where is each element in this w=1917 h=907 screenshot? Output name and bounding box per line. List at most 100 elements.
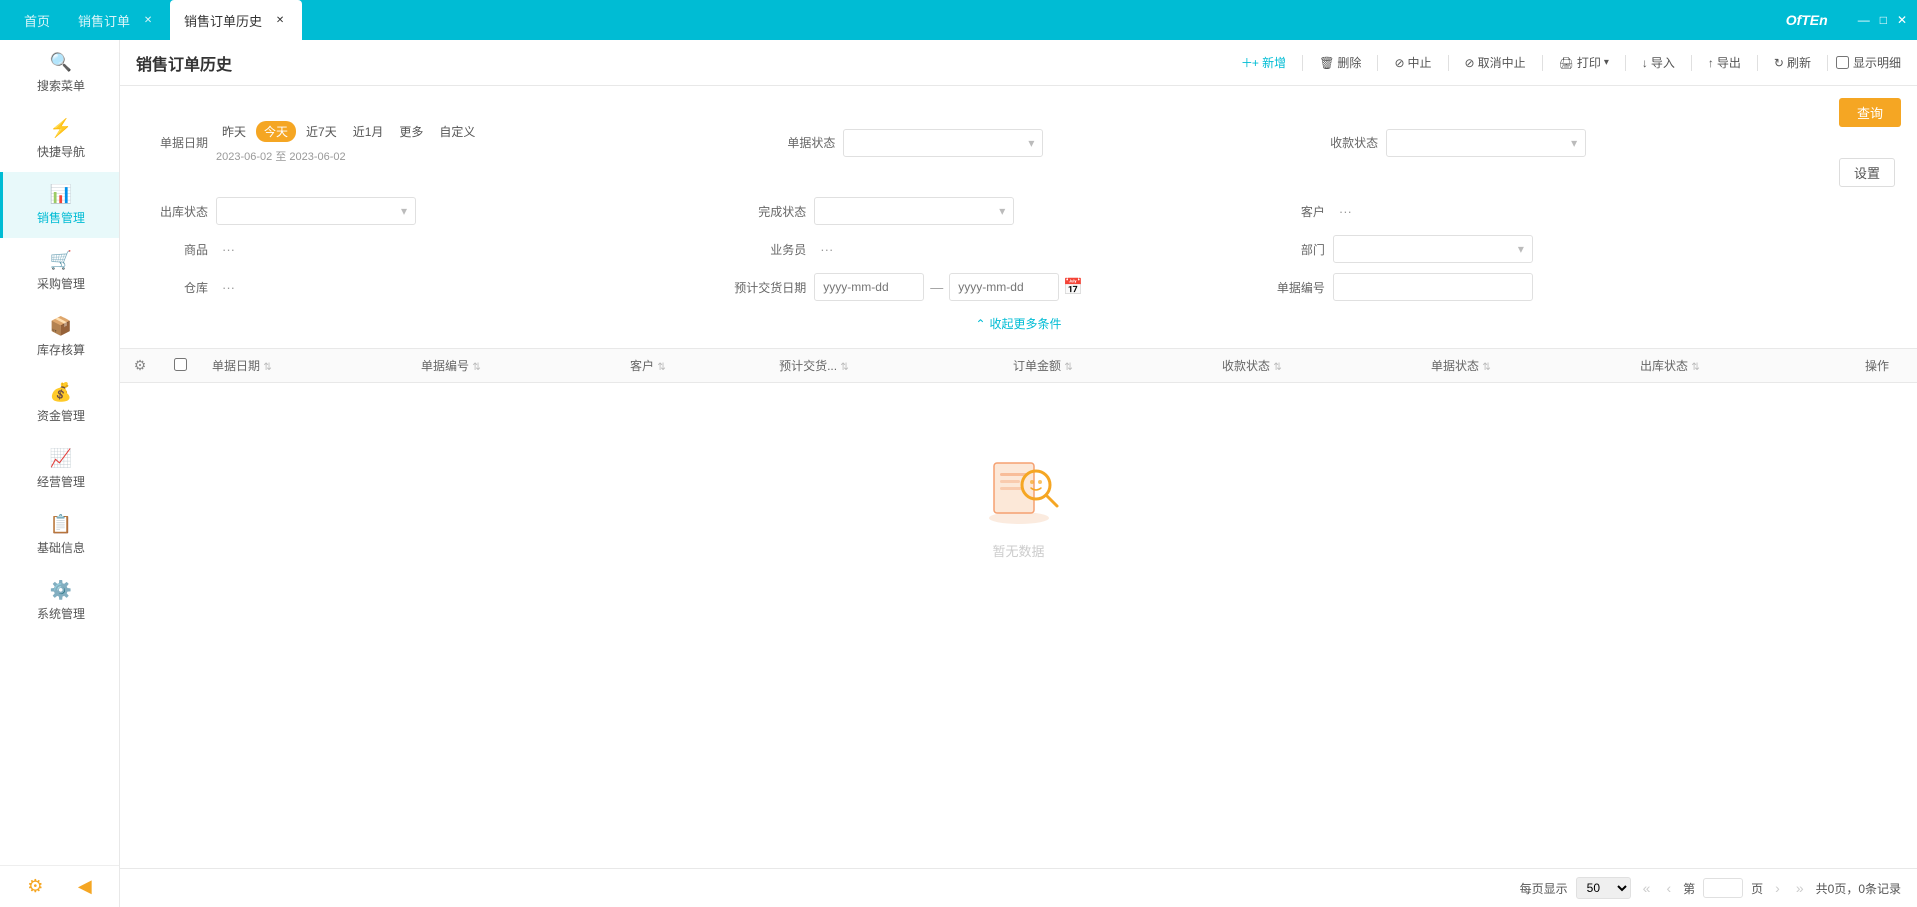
date-tab-custom[interactable]: 自定义 [433, 121, 481, 142]
sidebar-item-inventory[interactable]: 📦 库存核算 [0, 304, 119, 370]
maximize-btn[interactable]: □ [1880, 13, 1887, 27]
customer-label: 客户 [1253, 203, 1333, 220]
delivery-date-filter-col: 预计交货日期 — 📅 [734, 273, 1233, 301]
bill-status-select[interactable]: ▾ [843, 129, 1043, 157]
date-range-separator: — [924, 280, 949, 295]
sidebar-item-basic-info[interactable]: 📋 基础信息 [0, 502, 119, 568]
salesperson-picker[interactable]: ··· [814, 242, 839, 257]
print-label: 打印 [1577, 54, 1601, 71]
print-dropdown-icon: ▾ [1604, 57, 1609, 68]
quick-nav-icon: ⚡ [50, 118, 72, 139]
calendar-icon[interactable]: 📅 [1063, 277, 1083, 297]
th-bill-status-label: 单据状态 [1431, 359, 1479, 373]
last-page-btn[interactable]: » [1792, 878, 1808, 898]
minimize-btn[interactable]: — [1858, 13, 1870, 27]
stop-button[interactable]: ⊘ 中止 [1386, 50, 1439, 75]
sidebar-collapse-icon[interactable]: ◀ [78, 876, 92, 897]
print-button[interactable]: 🖨 打印 ▾ [1551, 50, 1617, 75]
sidebar-item-purchase-mgmt[interactable]: 🛒 采购管理 [0, 238, 119, 304]
th-date[interactable]: 单据日期 ⇅ [200, 349, 409, 383]
per-page-select[interactable]: 10 20 50 100 [1576, 877, 1631, 899]
next-page-btn[interactable]: › [1771, 878, 1784, 898]
th-bill-status[interactable]: 单据状态 ⇅ [1419, 349, 1628, 383]
query-button[interactable]: 查询 [1839, 98, 1901, 127]
table-header-row: ⚙ 单据日期 ⇅ 单据编号 ⇅ [120, 349, 1917, 383]
th-outbound[interactable]: 出库状态 ⇅ [1628, 349, 1837, 383]
main-layout: 🔍 搜索菜单 ⚡ 快捷导航 📊 销售管理 🛒 采购管理 📦 库存核算 💰 资金管… [0, 40, 1917, 907]
export-label: 导出 [1717, 54, 1741, 71]
page-suffix: 页 [1751, 880, 1763, 897]
date-tab-more[interactable]: 更多 [393, 121, 429, 142]
import-button[interactable]: ↓ 导入 [1634, 50, 1683, 75]
outbound-status-label: 出库状态 [136, 203, 216, 220]
th-no[interactable]: 单据编号 ⇅ [409, 349, 618, 383]
new-button[interactable]: ＋ + 新增 [1233, 50, 1294, 75]
sidebar-item-search-menu[interactable]: 🔍 搜索菜单 [0, 40, 119, 106]
tab-home[interactable]: 首页 [10, 0, 64, 40]
tab-sales-order[interactable]: 销售订单 ✕ [64, 0, 170, 40]
sidebar-item-sys-mgmt[interactable]: ⚙️ 系统管理 [0, 568, 119, 634]
display-detail-checkbox[interactable] [1836, 56, 1849, 69]
delete-button[interactable]: 🗑 删除 [1311, 50, 1369, 75]
sidebar-settings-icon[interactable]: ⚙ [27, 876, 43, 897]
th-payment-label: 收款状态 [1222, 359, 1270, 373]
sort-bill-status-icon: ⇅ [1482, 362, 1490, 373]
first-page-btn[interactable]: « [1639, 878, 1655, 898]
th-amount[interactable]: 订单金额 ⇅ [1001, 349, 1210, 383]
tab-sales-order-history-close[interactable]: ✕ [272, 12, 288, 28]
date-filter-col: 单据日期 昨天 今天 近7天 近1月 更多 自定义 2023-06-02 至 2… [136, 121, 763, 164]
cancel-stop-button[interactable]: ⊘ 取消中止 [1457, 50, 1534, 75]
delivery-date-label: 预计交货日期 [734, 279, 814, 296]
collapse-button[interactable]: ⌃ 收起更多条件 [136, 311, 1901, 336]
customer-picker[interactable]: ··· [1333, 204, 1358, 219]
page-title: 销售订单历史 [136, 51, 232, 75]
date-tab-7days[interactable]: 近7天 [300, 121, 343, 142]
sidebar-item-finance-label: 资金管理 [37, 407, 85, 424]
complete-status-label: 完成状态 [734, 203, 814, 220]
th-customer[interactable]: 客户 ⇅ [618, 349, 767, 383]
outbound-status-select[interactable]: ▾ [216, 197, 416, 225]
divider-6 [1691, 55, 1692, 71]
sidebar-item-finance[interactable]: 💰 资金管理 [0, 370, 119, 436]
delivery-date-to[interactable] [949, 273, 1059, 301]
th-delivery[interactable]: 预计交货... ⇅ [767, 349, 1001, 383]
empty-text: 暂无数据 [992, 541, 1044, 560]
complete-status-select[interactable]: ▾ [814, 197, 1014, 225]
select-all-checkbox[interactable] [174, 358, 187, 371]
column-settings-icon[interactable]: ⚙ [134, 357, 147, 373]
content-area: 销售订单历史 ＋ + 新增 🗑 删除 ⊘ 中止 ⊘ [120, 40, 1917, 907]
bill-no-input[interactable] [1333, 273, 1533, 301]
date-tab-today[interactable]: 今天 [256, 121, 296, 142]
sidebar-item-operations[interactable]: 📈 经营管理 [0, 436, 119, 502]
export-button[interactable]: ↑ 导出 [1700, 50, 1749, 75]
filter-row-4: 仓库 ··· 预计交货日期 — 📅 单据编号 [136, 273, 1901, 301]
warehouse-picker[interactable]: ··· [216, 280, 241, 295]
sidebar-item-quick-nav[interactable]: ⚡ 快捷导航 [0, 106, 119, 172]
sidebar-item-sales-mgmt[interactable]: 📊 销售管理 [0, 172, 119, 238]
sort-no-icon: ⇅ [472, 362, 480, 373]
complete-status-dropdown-icon: ▾ [999, 204, 1005, 218]
tab-sales-order-history[interactable]: 销售订单历史 ✕ [170, 0, 302, 40]
delete-label: 删除 [1337, 54, 1361, 71]
empty-state: 暂无数据 [120, 383, 1917, 620]
date-filter: 昨天 今天 近7天 近1月 更多 自定义 2023-06-02 至 2023-0… [216, 121, 481, 164]
bill-status-filter-col: 单据状态 ▾ [763, 129, 1286, 157]
goods-picker[interactable]: ··· [216, 242, 241, 257]
date-tab-yesterday[interactable]: 昨天 [216, 121, 252, 142]
date-tab-1month[interactable]: 近1月 [347, 121, 390, 142]
operations-icon: 📈 [50, 448, 72, 469]
th-payment[interactable]: 收款状态 ⇅ [1210, 349, 1419, 383]
delivery-date-from[interactable] [814, 273, 924, 301]
th-no-label: 单据编号 [421, 359, 469, 373]
tab-sales-order-close[interactable]: ✕ [140, 12, 156, 28]
sort-date-icon: ⇅ [263, 362, 271, 373]
display-detail-toggle[interactable]: 显示明细 [1836, 54, 1901, 71]
dept-select[interactable]: ▾ [1333, 235, 1533, 263]
th-date-label: 单据日期 [212, 359, 260, 373]
refresh-button[interactable]: ↻ 刷新 [1766, 50, 1819, 75]
page-input[interactable]: 1 [1703, 878, 1743, 898]
close-btn[interactable]: ✕ [1897, 13, 1907, 27]
prev-page-btn[interactable]: ‹ [1662, 878, 1675, 898]
payment-status-select[interactable]: ▾ [1386, 129, 1586, 157]
settings-button[interactable]: 设置 [1839, 158, 1895, 187]
